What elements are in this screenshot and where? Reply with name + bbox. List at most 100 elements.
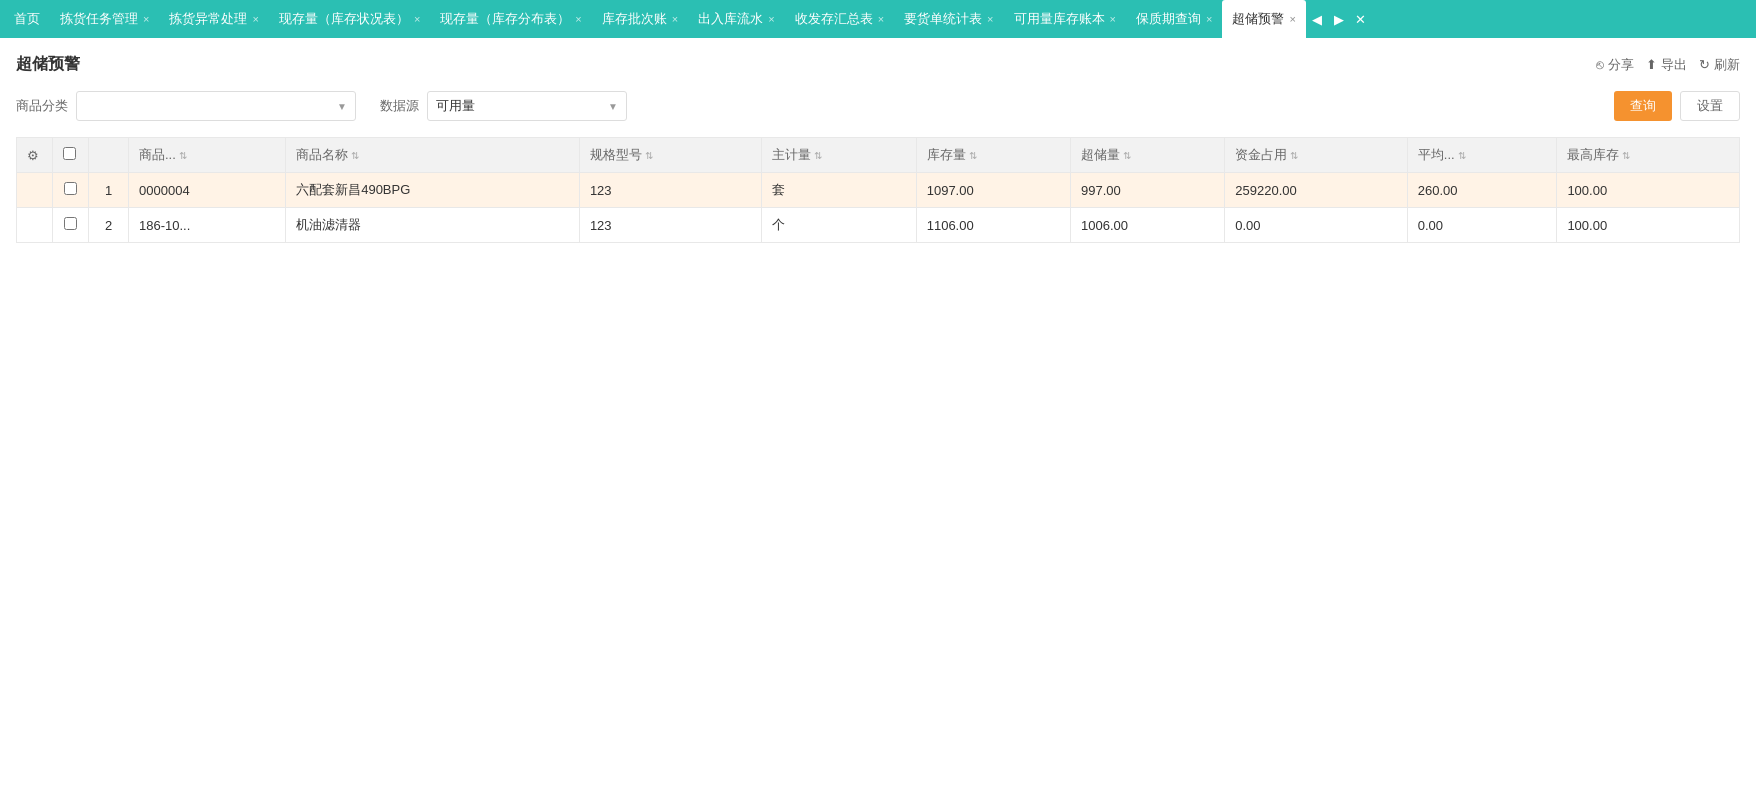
nav-inout-flow[interactable]: 出入库流水 × (688, 0, 784, 38)
refresh-button[interactable]: ↻ 刷新 (1699, 56, 1740, 74)
refresh-icon: ↻ (1699, 57, 1710, 72)
row-avg: 260.00 (1407, 173, 1557, 208)
sort-icon: ⇅ (1290, 150, 1298, 161)
close-icon[interactable]: × (672, 13, 678, 25)
page-header: 超储预警 ⎋ 分享 ⬆ 导出 ↻ 刷新 (16, 54, 1740, 75)
sort-avg[interactable]: 平均... ⇅ (1418, 146, 1466, 164)
row-checkbox-cell[interactable] (53, 208, 89, 243)
th-avg: 平均... ⇅ (1407, 138, 1557, 173)
close-icon[interactable]: × (878, 13, 884, 25)
row-checkbox[interactable] (64, 182, 77, 195)
row-capital: 0.00 (1225, 208, 1408, 243)
th-stock: 库存量 ⇅ (916, 138, 1070, 173)
th-capital: 资金占用 ⇅ (1225, 138, 1408, 173)
nav-shelf-life[interactable]: 保质期查询 × (1126, 0, 1222, 38)
row-stock: 1106.00 (916, 208, 1070, 243)
category-select[interactable]: ▼ (76, 91, 356, 121)
sort-icon: ⇅ (1123, 150, 1131, 161)
category-filter: 商品分类 ▼ (16, 91, 356, 121)
nav-close-arrow[interactable]: ✕ (1350, 0, 1372, 38)
row-sku: 186-10... (129, 208, 286, 243)
close-icon[interactable]: × (143, 13, 149, 25)
close-icon[interactable]: × (768, 13, 774, 25)
sort-icon: ⇅ (969, 150, 977, 161)
sort-stock[interactable]: 库存量 ⇅ (927, 146, 977, 164)
nav-next-arrow[interactable]: ▶ (1328, 0, 1350, 38)
settings-button[interactable]: 设置 (1680, 91, 1740, 121)
close-icon[interactable]: × (414, 13, 420, 25)
row-checkbox[interactable] (64, 217, 77, 230)
chevron-down-icon: ▼ (337, 101, 347, 112)
filter-row: 商品分类 ▼ 数据源 可用量 ▼ 查询 设置 (16, 91, 1740, 121)
nav-available-book[interactable]: 可用量库存账本 × (1004, 0, 1126, 38)
row-spec: 123 (579, 208, 762, 243)
sort-capital[interactable]: 资金占用 ⇅ (1235, 146, 1298, 164)
th-sku: 商品... ⇅ (129, 138, 286, 173)
row-gear-cell (17, 173, 53, 208)
th-name: 商品名称 ⇅ (286, 138, 580, 173)
row-avg: 0.00 (1407, 208, 1557, 243)
nav-home[interactable]: 首页 (4, 0, 50, 38)
row-max-stock: 100.00 (1557, 173, 1740, 208)
datasource-filter: 数据源 可用量 ▼ (380, 91, 627, 121)
sort-icon: ⇅ (814, 150, 822, 161)
header-actions: ⎋ 分享 ⬆ 导出 ↻ 刷新 (1596, 56, 1740, 74)
row-unit: 个 (762, 208, 916, 243)
sort-icon: ⇅ (351, 150, 359, 161)
page-container: 超储预警 ⎋ 分享 ⬆ 导出 ↻ 刷新 商品分类 ▼ 数据源 (0, 38, 1756, 800)
nav-exception[interactable]: 拣货异常处理 × (159, 0, 268, 38)
row-stock: 1097.00 (916, 173, 1070, 208)
select-all-checkbox[interactable] (63, 147, 76, 160)
datasource-label: 数据源 (380, 97, 419, 115)
row-index: 1 (89, 173, 129, 208)
row-checkbox-cell[interactable] (53, 173, 89, 208)
query-button[interactable]: 查询 (1614, 91, 1672, 121)
row-spec: 123 (579, 173, 762, 208)
export-icon: ⬆ (1646, 57, 1657, 72)
category-label: 商品分类 (16, 97, 68, 115)
close-icon[interactable]: × (1206, 13, 1212, 25)
sort-icon: ⇅ (1622, 150, 1630, 161)
share-button[interactable]: ⎋ 分享 (1596, 56, 1634, 74)
row-overstock: 1006.00 (1070, 208, 1224, 243)
table-header-row: ⚙ 商品... ⇅ 商品名称 ⇅ (17, 138, 1740, 173)
th-gear: ⚙ (17, 138, 53, 173)
row-name: 机油滤清器 (286, 208, 580, 243)
close-icon[interactable]: × (987, 13, 993, 25)
row-name: 六配套新昌490BPG (286, 173, 580, 208)
row-overstock: 997.00 (1070, 173, 1224, 208)
datasource-select[interactable]: 可用量 ▼ (427, 91, 627, 121)
close-icon[interactable]: × (1110, 13, 1116, 25)
sort-icon: ⇅ (1458, 150, 1466, 161)
nav-batch-account[interactable]: 库存批次账 × (592, 0, 688, 38)
th-checkbox (53, 138, 89, 173)
top-navigation: 首页 拣货任务管理 × 拣货异常处理 × 现存量（库存状况表） × 现存量（库存… (0, 0, 1756, 38)
gear-icon[interactable]: ⚙ (27, 148, 39, 163)
sort-name[interactable]: 商品名称 ⇅ (296, 146, 359, 164)
sort-sku[interactable]: 商品... ⇅ (139, 146, 187, 164)
row-sku: 0000004 (129, 173, 286, 208)
row-max-stock: 100.00 (1557, 208, 1740, 243)
nav-order-stats[interactable]: 要货单统计表 × (894, 0, 1003, 38)
sort-unit[interactable]: 主计量 ⇅ (772, 146, 822, 164)
nav-task-mgmt[interactable]: 拣货任务管理 × (50, 0, 159, 38)
th-unit: 主计量 ⇅ (762, 138, 916, 173)
sort-max-stock[interactable]: 最高库存 ⇅ (1567, 146, 1630, 164)
th-spec: 规格型号 ⇅ (579, 138, 762, 173)
close-icon[interactable]: × (1289, 13, 1295, 25)
nav-overstock[interactable]: 超储预警 × (1222, 0, 1305, 38)
datasource-select-value: 可用量 (436, 97, 475, 115)
nav-inventory-status[interactable]: 现存量（库存状况表） × (269, 0, 430, 38)
table-row: 1 0000004 六配套新昌490BPG 123 套 1097.00 997.… (17, 173, 1740, 208)
th-index (89, 138, 129, 173)
sort-spec[interactable]: 规格型号 ⇅ (590, 146, 653, 164)
sort-icon: ⇅ (645, 150, 653, 161)
export-button[interactable]: ⬆ 导出 (1646, 56, 1687, 74)
nav-prev-arrow[interactable]: ◀ (1306, 0, 1328, 38)
row-index: 2 (89, 208, 129, 243)
nav-summary[interactable]: 收发存汇总表 × (785, 0, 894, 38)
close-icon[interactable]: × (575, 13, 581, 25)
nav-inventory-dist[interactable]: 现存量（库存分布表） × (430, 0, 591, 38)
sort-overstock[interactable]: 超储量 ⇅ (1081, 146, 1131, 164)
close-icon[interactable]: × (252, 13, 258, 25)
